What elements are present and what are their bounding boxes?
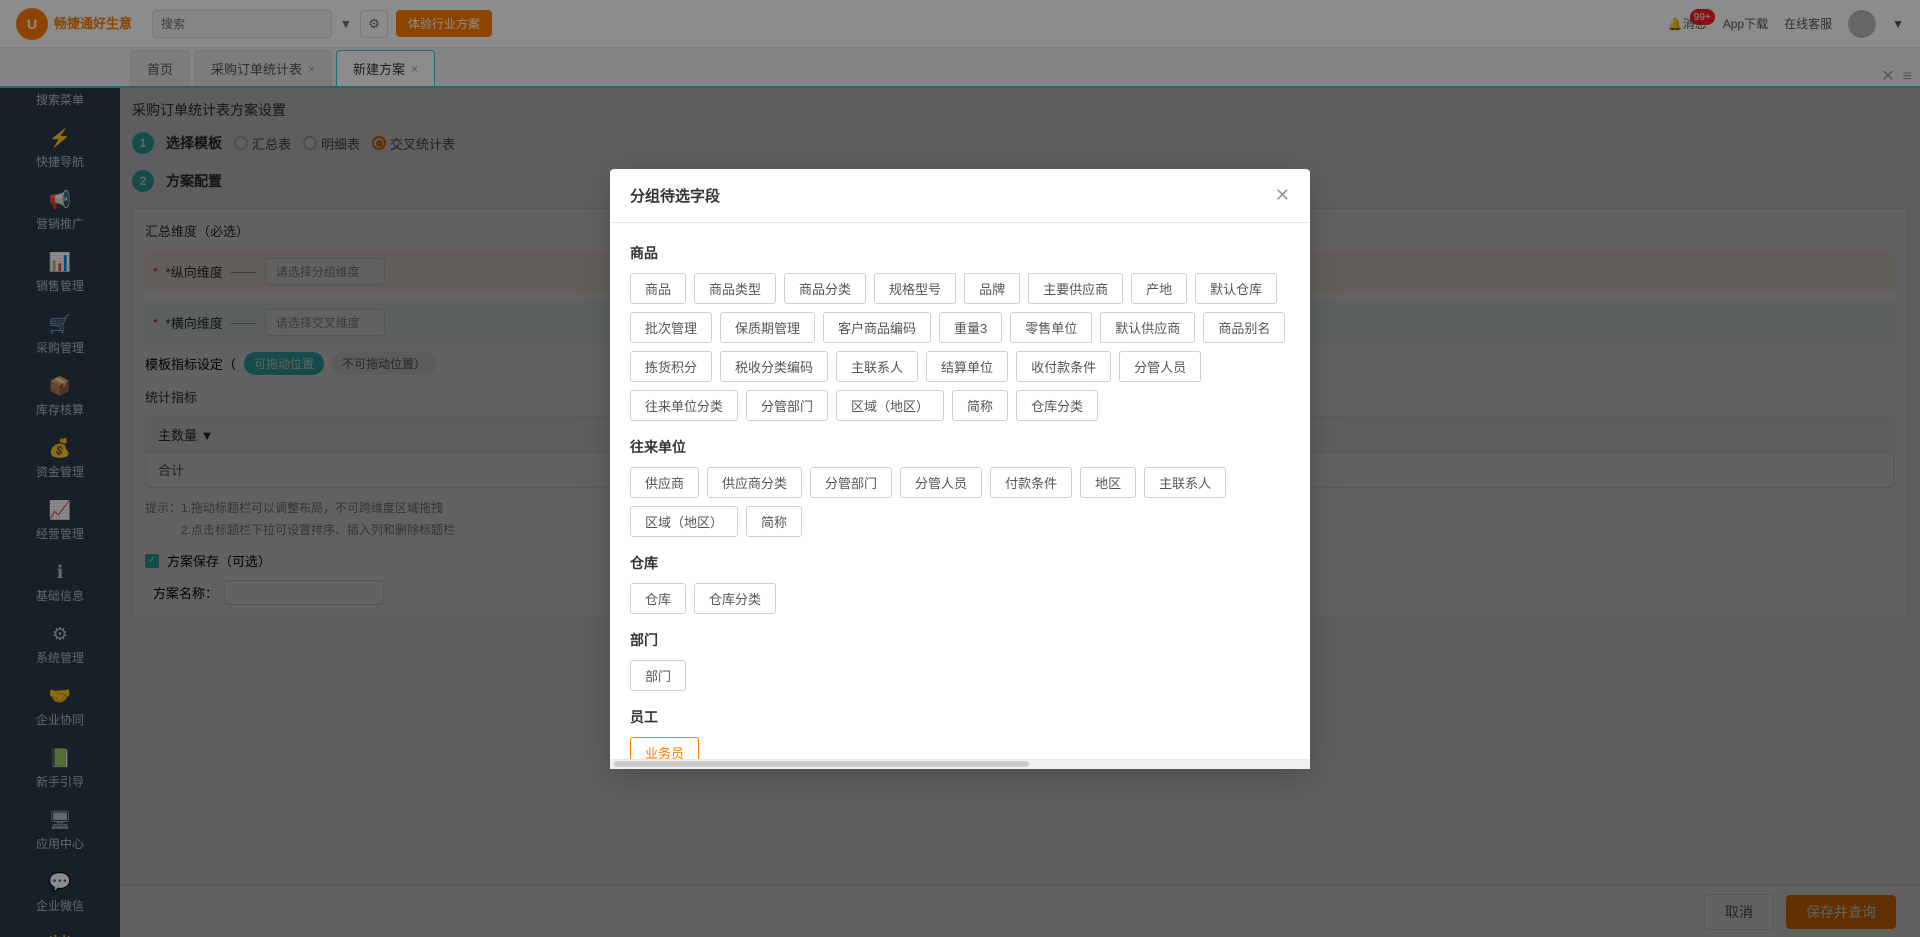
section-title-partner: 往来单位 xyxy=(630,437,1290,457)
modal-close-button[interactable]: ✕ xyxy=(1275,185,1290,206)
chip-customer-code[interactable]: 客户商品编码 xyxy=(823,312,931,343)
section-title-dept: 部门 xyxy=(630,630,1290,650)
chip-payment-terms[interactable]: 收付款条件 xyxy=(1016,351,1111,382)
modal-title: 分组待选字段 xyxy=(630,185,720,206)
chip-weight[interactable]: 重量3 xyxy=(939,312,1002,343)
chip-batch-mgmt[interactable]: 批次管理 xyxy=(630,312,712,343)
chip-main-supplier[interactable]: 主要供应商 xyxy=(1028,273,1123,304)
chip-warehouse-category[interactable]: 仓库分类 xyxy=(1016,390,1098,421)
chip-pick-points[interactable]: 拣货积分 xyxy=(630,351,712,382)
chip-brand[interactable]: 品牌 xyxy=(964,273,1020,304)
section-title-product: 商品 xyxy=(630,243,1290,263)
product-chips: 商品 商品类型 商品分类 规格型号 品牌 主要供应商 产地 默认仓库 批次管理 … xyxy=(630,273,1290,421)
chip-spec-model[interactable]: 规格型号 xyxy=(874,273,956,304)
modal-horizontal-scrollbar[interactable] xyxy=(610,759,1310,769)
chip-partner-main-contact[interactable]: 主联系人 xyxy=(1144,467,1226,498)
chip-partner-manager[interactable]: 分管人员 xyxy=(900,467,982,498)
chip-main-contact[interactable]: 主联系人 xyxy=(836,351,918,382)
chip-default-warehouse[interactable]: 默认仓库 xyxy=(1195,273,1277,304)
partner-chips: 供应商 供应商分类 分管部门 分管人员 付款条件 地区 主联系人 区域（地区） … xyxy=(630,467,1290,537)
chip-short-name[interactable]: 简称 xyxy=(952,390,1008,421)
modal-body: 商品 商品 商品类型 商品分类 规格型号 品牌 主要供应商 产地 默认仓库 批次… xyxy=(610,223,1310,759)
chip-alias[interactable]: 商品别名 xyxy=(1203,312,1285,343)
dept-chips: 部门 xyxy=(630,660,1290,691)
chip-settlement-unit[interactable]: 结算单位 xyxy=(926,351,1008,382)
hscroll-thumb xyxy=(614,761,1029,767)
chip-retail-unit[interactable]: 零售单位 xyxy=(1010,312,1092,343)
chip-default-supplier[interactable]: 默认供应商 xyxy=(1100,312,1195,343)
chip-wh-category[interactable]: 仓库分类 xyxy=(694,583,776,614)
chip-sales-staff[interactable]: 业务员 xyxy=(630,737,699,759)
chip-tax-code[interactable]: 税收分类编码 xyxy=(720,351,828,382)
chip-region[interactable]: 区域（地区） xyxy=(836,390,944,421)
modal-dialog: 分组待选字段 ✕ 商品 商品 商品类型 商品分类 规格型号 品牌 主要供应商 产… xyxy=(610,169,1310,769)
section-title-staff: 员工 xyxy=(630,707,1290,727)
chip-payment-condition[interactable]: 付款条件 xyxy=(990,467,1072,498)
chip-department[interactable]: 部门 xyxy=(630,660,686,691)
chip-origin[interactable]: 产地 xyxy=(1131,273,1187,304)
chip-product[interactable]: 商品 xyxy=(630,273,686,304)
chip-expiry-mgmt[interactable]: 保质期管理 xyxy=(720,312,815,343)
chip-district[interactable]: 地区 xyxy=(1080,467,1136,498)
staff-chips: 业务员 xyxy=(630,737,1290,759)
chip-supplier[interactable]: 供应商 xyxy=(630,467,699,498)
chip-dept[interactable]: 分管部门 xyxy=(746,390,828,421)
chip-partner-category[interactable]: 往来单位分类 xyxy=(630,390,738,421)
chip-partner-short-name[interactable]: 简称 xyxy=(746,506,802,537)
chip-warehouse[interactable]: 仓库 xyxy=(630,583,686,614)
modal-header: 分组待选字段 ✕ xyxy=(610,169,1310,223)
section-title-warehouse: 仓库 xyxy=(630,553,1290,573)
chip-product-category[interactable]: 商品分类 xyxy=(784,273,866,304)
chip-partner-region[interactable]: 区域（地区） xyxy=(630,506,738,537)
chip-partner-dept[interactable]: 分管部门 xyxy=(810,467,892,498)
chip-product-type[interactable]: 商品类型 xyxy=(694,273,776,304)
warehouse-chips: 仓库 仓库分类 xyxy=(630,583,1290,614)
modal-overlay: 分组待选字段 ✕ 商品 商品 商品类型 商品分类 规格型号 品牌 主要供应商 产… xyxy=(0,0,1920,937)
chip-manager[interactable]: 分管人员 xyxy=(1119,351,1201,382)
chip-supplier-category[interactable]: 供应商分类 xyxy=(707,467,802,498)
